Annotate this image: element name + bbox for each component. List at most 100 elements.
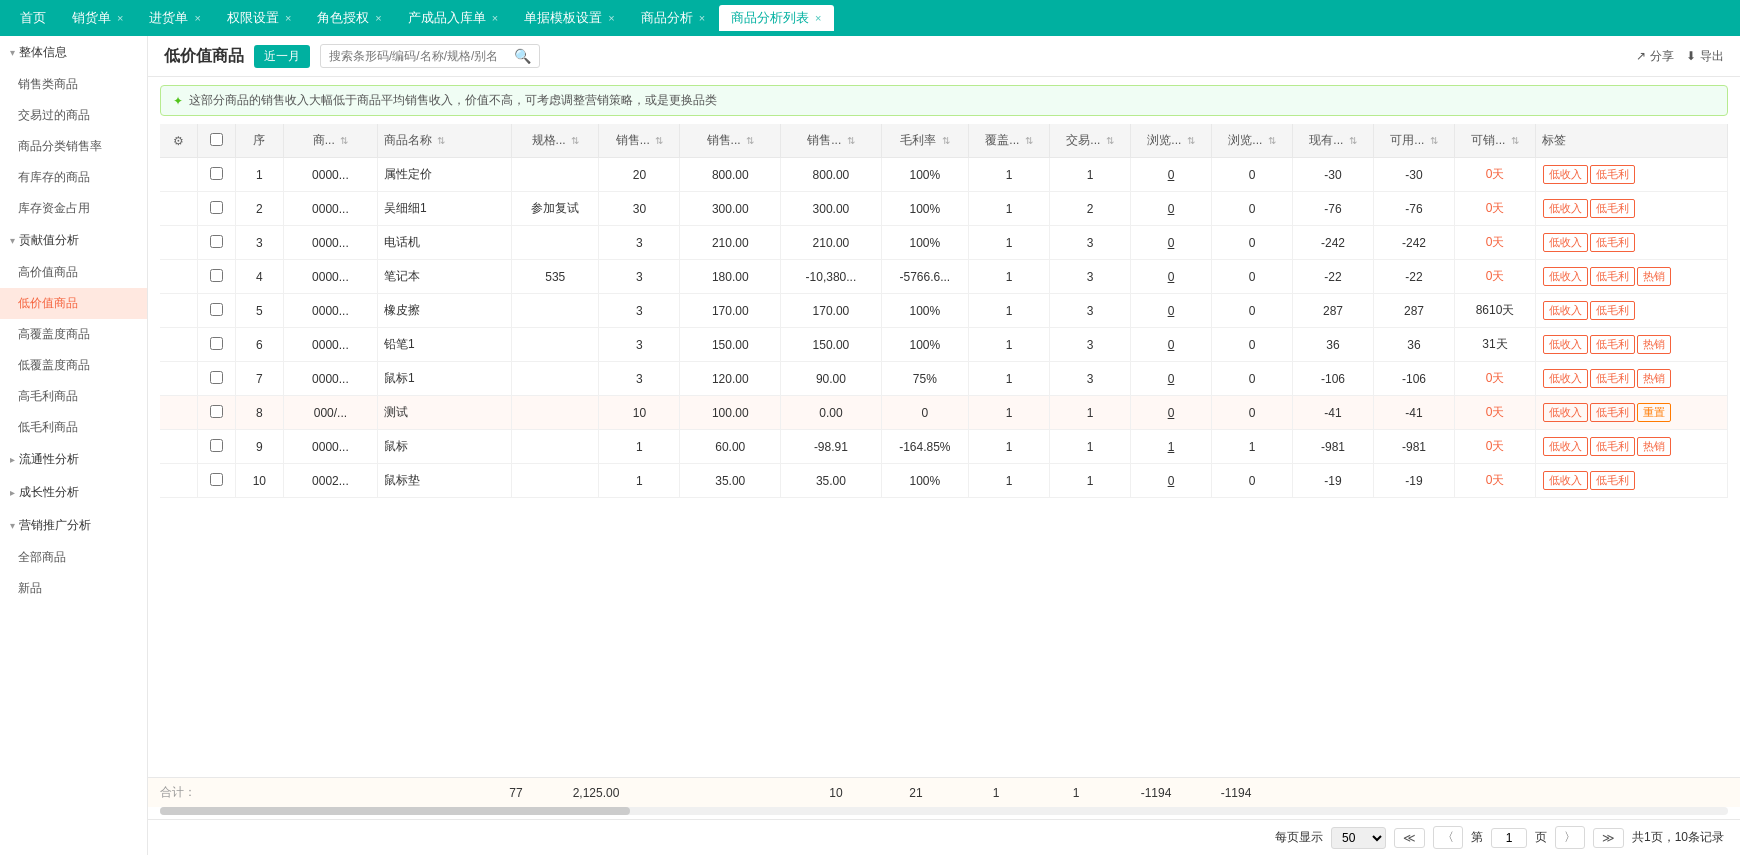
sidebar-section-marketing[interactable]: ▾ 营销推广分析	[0, 509, 147, 542]
row-browse1[interactable]: 0	[1130, 192, 1211, 226]
sidebar-section-overview[interactable]: ▾ 整体信息	[0, 36, 147, 69]
col-header-browse2[interactable]: 浏览... ⇅	[1211, 124, 1292, 158]
row-check[interactable]	[198, 260, 236, 294]
row-checkbox[interactable]	[210, 473, 223, 486]
prev-page-button[interactable]: 〈	[1433, 826, 1463, 849]
gear-icon[interactable]: ⚙	[173, 134, 184, 148]
row-check[interactable]	[198, 396, 236, 430]
page-size-select[interactable]: 50 100 200	[1331, 827, 1386, 849]
nav-home[interactable]: 首页	[8, 5, 58, 31]
row-checkbox[interactable]	[210, 269, 223, 282]
browse-link[interactable]: 0	[1168, 406, 1175, 420]
nav-warehouse-close[interactable]: ×	[492, 12, 498, 24]
nav-analysis[interactable]: 商品分析 ×	[629, 5, 717, 31]
row-check[interactable]	[198, 158, 236, 192]
sidebar-item-category-sales[interactable]: 商品分类销售率	[0, 131, 147, 162]
sidebar-item-all-goods[interactable]: 全部商品	[0, 542, 147, 573]
sidebar-item-stock-goods[interactable]: 有库存的商品	[0, 162, 147, 193]
col-header-name[interactable]: 商品名称 ⇅	[377, 124, 511, 158]
nav-role-close[interactable]: ×	[375, 12, 381, 24]
nav-analysis-list[interactable]: 商品分析列表 ×	[719, 5, 833, 31]
col-header-amount[interactable]: 销售... ⇅	[680, 124, 781, 158]
scrollbar-thumb[interactable]	[160, 807, 630, 815]
col-header-gear[interactable]: ⚙	[160, 124, 198, 158]
nav-purchase[interactable]: 进货单 ×	[137, 5, 212, 31]
col-header-salable[interactable]: 可销... ⇅	[1454, 124, 1535, 158]
row-checkbox[interactable]	[210, 167, 223, 180]
nav-analysis-list-close[interactable]: ×	[815, 12, 821, 24]
nav-role[interactable]: 角色授权 ×	[305, 5, 393, 31]
nav-template-close[interactable]: ×	[608, 12, 614, 24]
search-input[interactable]	[329, 49, 510, 63]
col-header-gross[interactable]: 毛利率 ⇅	[881, 124, 968, 158]
browse-link[interactable]: 1	[1168, 440, 1175, 454]
row-checkbox[interactable]	[210, 405, 223, 418]
browse-link[interactable]: 0	[1168, 168, 1175, 182]
row-browse1[interactable]: 0	[1130, 226, 1211, 260]
col-header-stock[interactable]: 现有... ⇅	[1292, 124, 1373, 158]
browse-link[interactable]: 0	[1168, 304, 1175, 318]
browse-link[interactable]: 0	[1168, 270, 1175, 284]
nav-analysis-close[interactable]: ×	[699, 12, 705, 24]
col-header-spec[interactable]: 规格... ⇅	[512, 124, 599, 158]
first-page-button[interactable]: ≪	[1394, 828, 1425, 848]
browse-link[interactable]: 0	[1168, 474, 1175, 488]
row-browse1[interactable]: 0	[1130, 464, 1211, 498]
row-browse1[interactable]: 0	[1130, 158, 1211, 192]
row-check[interactable]	[198, 192, 236, 226]
sidebar-section-liquidity[interactable]: ▸ 流通性分析	[0, 443, 147, 476]
col-header-qty[interactable]: 销售... ⇅	[599, 124, 680, 158]
export-button[interactable]: ⬇ 导出	[1686, 48, 1724, 65]
row-browse1[interactable]: 0	[1130, 260, 1211, 294]
next-page-button[interactable]: 〉	[1555, 826, 1585, 849]
browse-link[interactable]: 0	[1168, 202, 1175, 216]
col-header-coverage[interactable]: 覆盖... ⇅	[968, 124, 1049, 158]
col-header-available[interactable]: 可用... ⇅	[1373, 124, 1454, 158]
row-checkbox[interactable]	[210, 235, 223, 248]
sidebar-item-sales-goods[interactable]: 销售类商品	[0, 69, 147, 100]
search-icon[interactable]: 🔍	[514, 48, 531, 64]
row-check[interactable]	[198, 226, 236, 260]
row-checkbox[interactable]	[210, 201, 223, 214]
horizontal-scrollbar[interactable]	[160, 807, 1728, 815]
row-check[interactable]	[198, 430, 236, 464]
row-browse1[interactable]: 0	[1130, 294, 1211, 328]
browse-link[interactable]: 0	[1168, 372, 1175, 386]
page-number-input[interactable]	[1491, 828, 1527, 848]
row-browse1[interactable]: 0	[1130, 396, 1211, 430]
nav-warehouse[interactable]: 产成品入库单 ×	[396, 5, 510, 31]
col-header-check[interactable]	[198, 124, 236, 158]
row-browse1[interactable]: 0	[1130, 328, 1211, 362]
row-check[interactable]	[198, 328, 236, 362]
col-header-code[interactable]: 商... ⇅	[283, 124, 377, 158]
sidebar-item-low-coverage[interactable]: 低覆盖度商品	[0, 350, 147, 381]
browse-link[interactable]: 0	[1168, 236, 1175, 250]
share-button[interactable]: ↗ 分享	[1636, 48, 1674, 65]
nav-template[interactable]: 单据模板设置 ×	[512, 5, 626, 31]
col-header-avg[interactable]: 销售... ⇅	[781, 124, 882, 158]
sidebar-item-stock-capital[interactable]: 库存资金占用	[0, 193, 147, 224]
sidebar-item-high-margin[interactable]: 高毛利商品	[0, 381, 147, 412]
sidebar-item-low-margin[interactable]: 低毛利商品	[0, 412, 147, 443]
select-all-checkbox[interactable]	[210, 133, 223, 146]
row-checkbox[interactable]	[210, 303, 223, 316]
nav-sales-close[interactable]: ×	[117, 12, 123, 24]
time-filter-button[interactable]: 近一月	[254, 45, 310, 68]
row-check[interactable]	[198, 294, 236, 328]
sidebar-item-traded-goods[interactable]: 交易过的商品	[0, 100, 147, 131]
row-checkbox[interactable]	[210, 439, 223, 452]
col-header-browse1[interactable]: 浏览... ⇅	[1130, 124, 1211, 158]
sidebar-section-contribution[interactable]: ▾ 贡献值分析	[0, 224, 147, 257]
row-browse1[interactable]: 0	[1130, 362, 1211, 396]
row-checkbox[interactable]	[210, 371, 223, 384]
row-checkbox[interactable]	[210, 337, 223, 350]
sidebar-item-high-value[interactable]: 高价值商品	[0, 257, 147, 288]
row-browse1[interactable]: 1	[1130, 430, 1211, 464]
sidebar-section-growth[interactable]: ▸ 成长性分析	[0, 476, 147, 509]
col-header-trade[interactable]: 交易... ⇅	[1049, 124, 1130, 158]
nav-permission[interactable]: 权限设置 ×	[215, 5, 303, 31]
sidebar-item-low-value[interactable]: 低价值商品	[0, 288, 147, 319]
last-page-button[interactable]: ≫	[1593, 828, 1624, 848]
row-check[interactable]	[198, 464, 236, 498]
nav-permission-close[interactable]: ×	[285, 12, 291, 24]
